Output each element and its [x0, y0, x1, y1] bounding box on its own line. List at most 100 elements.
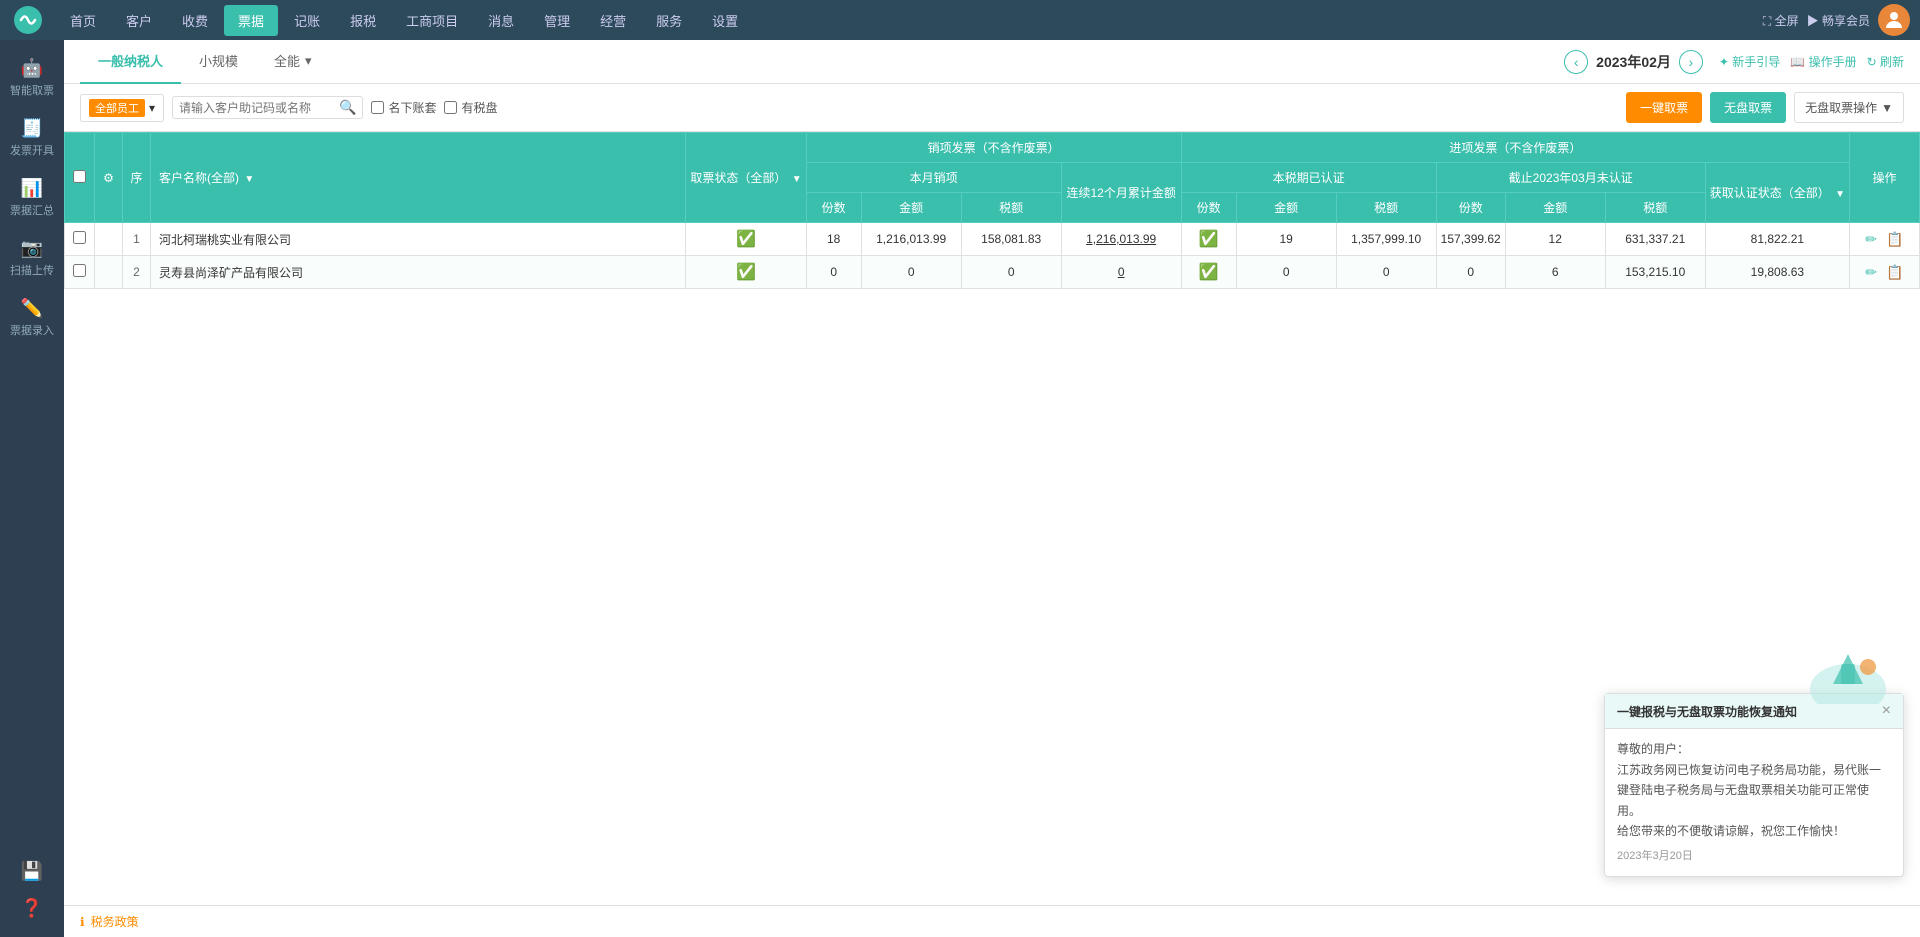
- row-status: ✅: [686, 223, 806, 256]
- sidebar-item-invoice-summary[interactable]: 📊 票据汇总: [0, 170, 64, 226]
- download-icon: 💾: [21, 861, 43, 882]
- one-click-ticket-button[interactable]: 一键取票: [1626, 92, 1702, 123]
- sales-12month-link[interactable]: 0: [1118, 265, 1125, 279]
- no-disk-ticket-button[interactable]: 无盘取票: [1710, 92, 1786, 123]
- tab-general-taxpayer[interactable]: 一般纳税人: [80, 40, 181, 84]
- notification-close-button[interactable]: ×: [1882, 702, 1891, 720]
- invoice-summary-icon: 📊: [21, 178, 43, 199]
- smart-ticket-icon: 🤖: [21, 58, 43, 79]
- tax-policy-link[interactable]: 税务政策: [91, 913, 139, 930]
- nav-service[interactable]: 服务: [642, 5, 696, 36]
- row-sales-count: 0: [806, 256, 861, 289]
- top-right-actions: ⛶ 全屏 ▶ 畅享会员: [1763, 4, 1910, 36]
- name-filter-icon[interactable]: ▼: [244, 174, 254, 185]
- toolbar-right: 一键取票 无盘取票 无盘取票操作 ▼: [1626, 92, 1904, 123]
- edit-icon[interactable]: ✏: [1865, 231, 1877, 247]
- nav-home[interactable]: 首页: [56, 5, 110, 36]
- manual-link[interactable]: 📖 操作手册: [1790, 53, 1856, 70]
- row-checkbox[interactable]: [73, 231, 86, 244]
- new-guide-link[interactable]: ✦ 新手引导: [1719, 53, 1780, 70]
- th-num: 序: [123, 133, 151, 223]
- nav-settings[interactable]: 设置: [698, 5, 752, 36]
- row-actions: ✏ 📋: [1850, 256, 1920, 289]
- row-purchase-auth-status: ✅: [1181, 223, 1236, 256]
- nav-operation[interactable]: 经营: [586, 5, 640, 36]
- tax-disk-checkbox-wrap[interactable]: 有税盘: [444, 99, 497, 116]
- sidebar-item-invoice-issue[interactable]: 🧾 发票开具: [0, 110, 64, 166]
- tab-small-scale[interactable]: 小规模: [181, 40, 256, 84]
- row-num: 1: [123, 223, 151, 256]
- nav-accounting[interactable]: 记账: [280, 5, 334, 36]
- nav-tax[interactable]: 报税: [336, 5, 390, 36]
- sidebar-item-download[interactable]: 💾: [17, 853, 47, 890]
- nav-business[interactable]: 工商项目: [392, 5, 472, 36]
- employee-selector[interactable]: 全部员工 ▾: [80, 94, 164, 122]
- row-purchase-period-tax: 0: [1436, 256, 1505, 289]
- fullscreen-button[interactable]: ⛶ 全屏: [1763, 12, 1799, 29]
- row-checkbox-cell[interactable]: [65, 256, 95, 289]
- notification-header: 一键报税与无盘取票功能恢复通知 ×: [1605, 694, 1903, 729]
- top-navigation: 首页 客户 收费 票据 记账 报税 工商项目 消息 管理 经营 服务 设置 ⛶ …: [0, 0, 1920, 40]
- period-prev-button[interactable]: ‹: [1564, 50, 1588, 74]
- view-icon[interactable]: 📋: [1886, 231, 1903, 247]
- th-sales-12month: 连续12个月累计金额: [1061, 163, 1181, 223]
- th-purchase-period-tax: 税额: [1336, 193, 1436, 223]
- th-purchase-group: 进项发票（不含作废票）: [1181, 133, 1849, 163]
- th-sales-count: 份数: [806, 193, 861, 223]
- status-check-icon: ✅: [736, 231, 756, 248]
- row-purchase-auth-status: ✅: [1181, 256, 1236, 289]
- th-name: 客户名称(全部) ▼: [151, 133, 686, 223]
- nav-customer[interactable]: 客户: [112, 5, 166, 36]
- th-purchase-unauth-amount: 金额: [1505, 193, 1605, 223]
- all-tab-dropdown-icon: ▾: [305, 53, 312, 69]
- tab-all[interactable]: 全能 ▾: [256, 40, 330, 84]
- sidebar-item-help[interactable]: ❓: [17, 890, 47, 927]
- row-name: 河北柯瑞桃实业有限公司: [151, 223, 686, 256]
- select-all-checkbox[interactable]: [73, 170, 86, 183]
- nav-admin[interactable]: 管理: [530, 5, 584, 36]
- row-settings-cell: [95, 256, 123, 289]
- view-icon[interactable]: 📋: [1886, 264, 1903, 280]
- account-checkbox-wrap[interactable]: 名下账套: [371, 99, 436, 116]
- th-purchase-unauth-group: 截止2023年03月未认证: [1436, 163, 1705, 193]
- nav-invoice[interactable]: 票据: [224, 5, 278, 36]
- nav-billing[interactable]: 收费: [168, 5, 222, 36]
- tax-disk-checkbox-label: 有税盘: [461, 99, 497, 116]
- row-sales-amount: 1,216,013.99: [861, 223, 961, 256]
- no-disk-ops-button[interactable]: 无盘取票操作 ▼: [1794, 92, 1904, 123]
- user-avatar[interactable]: [1878, 4, 1910, 36]
- tab-row-right-actions: ✦ 新手引导 📖 操作手册 ↻ 刷新: [1719, 53, 1904, 70]
- notification-body: 尊敬的用户： 江苏政务网已恢复访问电子税务局功能，易代账一键登陆电子税务局与无盘…: [1605, 729, 1903, 876]
- account-checkbox-label: 名下账套: [388, 99, 436, 116]
- search-wrap: 🔍: [172, 96, 363, 119]
- member-button[interactable]: ▶ 畅享会员: [1807, 12, 1870, 29]
- edit-icon[interactable]: ✏: [1865, 264, 1877, 280]
- tax-disk-checkbox[interactable]: [444, 101, 457, 114]
- account-checkbox[interactable]: [371, 101, 384, 114]
- row-checkbox-cell[interactable]: [65, 223, 95, 256]
- purchase-auth-icon: ✅: [1199, 264, 1219, 281]
- row-checkbox[interactable]: [73, 264, 86, 277]
- period-next-button[interactable]: ›: [1679, 50, 1703, 74]
- notification-title: 一键报税与无盘取票功能恢复通知: [1617, 703, 1797, 720]
- toolbar: 全部员工 ▾ 🔍 名下账套 有税盘 一键取票 无盘取票 无盘取票操作 ▼: [64, 84, 1920, 132]
- th-purchase-period-group: 本税期已认证: [1181, 163, 1436, 193]
- search-icon[interactable]: 🔍: [339, 99, 356, 116]
- sidebar-item-smart-ticket[interactable]: 🤖 智能取票: [0, 50, 64, 106]
- nav-menu: 首页 客户 收费 票据 记账 报税 工商项目 消息 管理 经营 服务 设置: [56, 5, 1763, 36]
- refresh-link[interactable]: ↻ 刷新: [1867, 53, 1904, 70]
- sidebar-item-scan-upload[interactable]: 📷 扫描上传: [0, 230, 64, 286]
- auth-filter-icon[interactable]: ▼: [1835, 189, 1845, 200]
- row-purchase-unauth-amount: 153,215.10: [1605, 256, 1705, 289]
- status-filter-icon[interactable]: ▼: [792, 174, 802, 185]
- dropdown-icon: ▼: [1881, 101, 1893, 115]
- row-settings-cell: [95, 223, 123, 256]
- sales-12month-link[interactable]: 1,216,013.99: [1086, 232, 1156, 246]
- nav-message[interactable]: 消息: [474, 5, 528, 36]
- search-input[interactable]: [179, 101, 339, 115]
- sidebar-item-invoice-entry[interactable]: ✏️ 票据录入: [0, 290, 64, 346]
- row-purchase-period-count: 0: [1236, 256, 1336, 289]
- row-purchase-unauth-amount: 631,337.21: [1605, 223, 1705, 256]
- notification-greeting: 尊敬的用户：: [1617, 739, 1891, 759]
- row-purchase-period-count: 19: [1236, 223, 1336, 256]
